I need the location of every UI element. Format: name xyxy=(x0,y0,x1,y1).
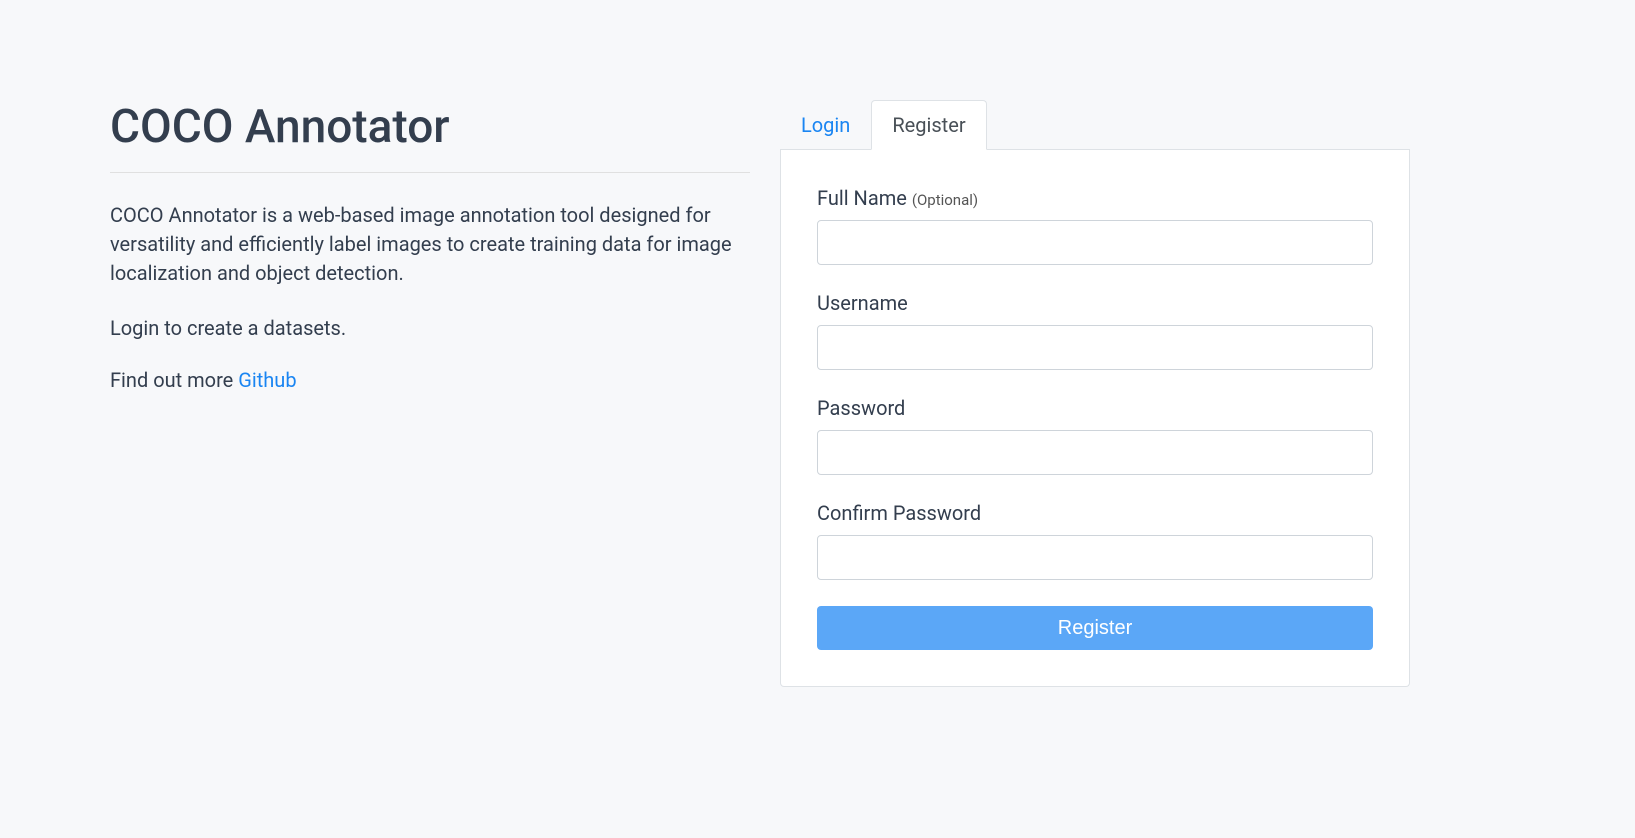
divider xyxy=(110,172,750,173)
auth-tabs: Login Register xyxy=(780,100,1410,150)
password-field[interactable] xyxy=(817,430,1373,475)
username-field[interactable] xyxy=(817,325,1373,370)
register-form: Full Name (Optional) Username Password C… xyxy=(780,150,1410,687)
full-name-label: Full Name (Optional) xyxy=(817,186,1373,210)
find-more-text: Find out more Github xyxy=(110,368,750,392)
full-name-field[interactable] xyxy=(817,220,1373,265)
full-name-optional-text: (Optional) xyxy=(912,191,978,209)
right-panel: Login Register Full Name (Optional) User… xyxy=(780,100,1410,687)
tab-login[interactable]: Login xyxy=(780,100,871,150)
password-label: Password xyxy=(817,396,1373,420)
username-label: Username xyxy=(817,291,1373,315)
login-hint-text: Login to create a datasets. xyxy=(110,316,750,340)
github-link[interactable]: Github xyxy=(238,368,296,392)
find-more-prefix: Find out more xyxy=(110,368,238,392)
full-name-label-text: Full Name xyxy=(817,186,912,210)
confirm-password-field[interactable] xyxy=(817,535,1373,580)
register-button[interactable]: Register xyxy=(817,606,1373,650)
page-title: COCO Annotator xyxy=(110,100,750,154)
left-panel: COCO Annotator COCO Annotator is a web-b… xyxy=(110,100,750,687)
description-text: COCO Annotator is a web-based image anno… xyxy=(110,201,750,288)
confirm-password-label: Confirm Password xyxy=(817,501,1373,525)
tab-register[interactable]: Register xyxy=(871,100,986,150)
